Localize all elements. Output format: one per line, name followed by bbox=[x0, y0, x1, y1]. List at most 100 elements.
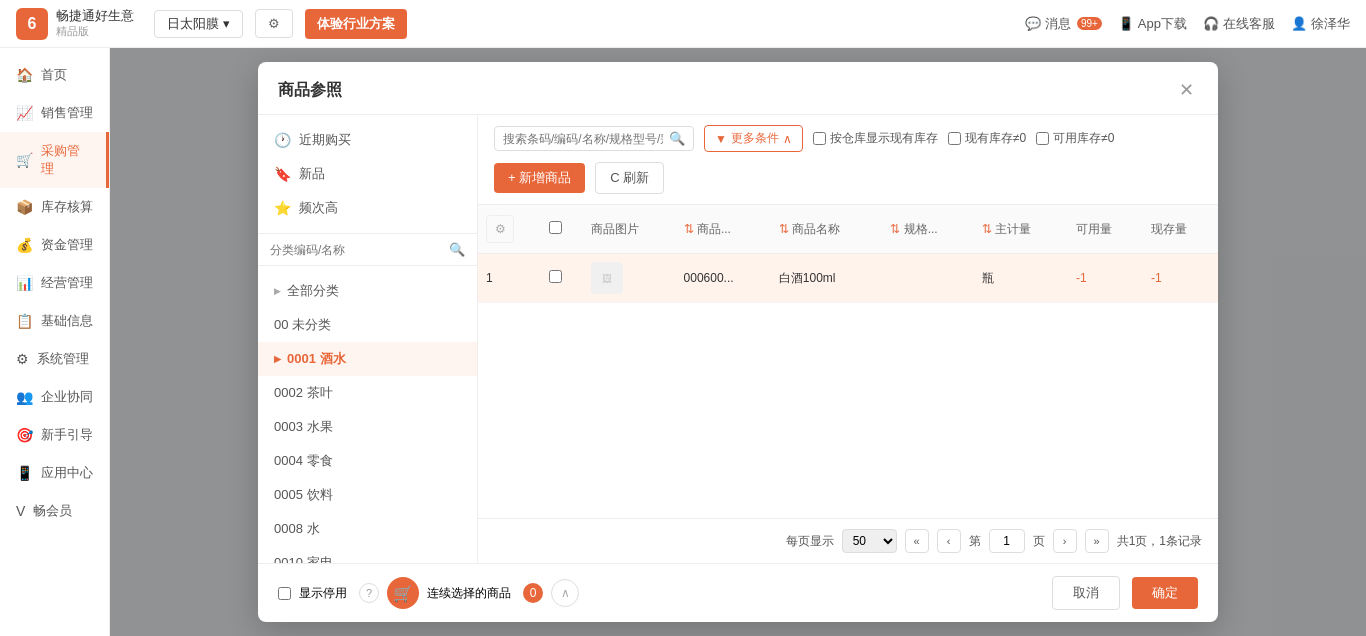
sidebar-item-enterprise[interactable]: 👥 企业协同 bbox=[0, 378, 109, 416]
logo-icon: 6 bbox=[16, 8, 48, 40]
cat-item-tea[interactable]: 0002 茶叶 bbox=[258, 376, 477, 410]
experience-button[interactable]: 体验行业方案 bbox=[305, 9, 407, 39]
nav-selector[interactable]: 日太阳膜 ▾ bbox=[154, 10, 243, 38]
collapse-footer-button[interactable]: ∧ bbox=[551, 579, 579, 607]
content-area: 商品参照 ✕ 🕐 近期购买 🔖 bbox=[110, 48, 1366, 636]
checkbox-available-nonzero-label: 可用库存≠0 bbox=[1053, 130, 1114, 147]
checkbox-warehouse-label: 按仓库显示现有库存 bbox=[830, 130, 938, 147]
category-search-input[interactable] bbox=[270, 243, 443, 257]
nav-item-frequent[interactable]: ⭐ 频次高 bbox=[258, 191, 477, 225]
show-disabled-input[interactable] bbox=[278, 587, 291, 600]
cat-item-snack[interactable]: 0004 零食 bbox=[258, 444, 477, 478]
select-all-checkbox[interactable] bbox=[549, 221, 562, 234]
sidebar-item-purchase[interactable]: 🛒 采购管理 bbox=[0, 132, 109, 188]
checkbox-stock-nonzero[interactable]: 现有库存≠0 bbox=[948, 130, 1026, 147]
sort-icon-unit: ⇅ bbox=[982, 222, 992, 236]
first-page-button[interactable]: « bbox=[905, 529, 929, 553]
col-unit[interactable]: ⇅ 主计量 bbox=[974, 205, 1068, 254]
show-disabled-checkbox[interactable]: 显示停用 bbox=[278, 585, 347, 602]
checkbox-warehouse-input[interactable] bbox=[813, 132, 826, 145]
category-search-icon[interactable]: 🔍 bbox=[449, 242, 465, 257]
row-name: 白酒100ml bbox=[771, 254, 883, 303]
help-icon[interactable]: ? bbox=[359, 583, 379, 603]
left-nav: 🕐 近期购买 🔖 新品 ⭐ 频次高 bbox=[258, 115, 477, 234]
sidebar-item-finance[interactable]: 💰 资金管理 bbox=[0, 226, 109, 264]
row-no: 1 bbox=[478, 254, 541, 303]
purchase-icon: 🛒 bbox=[16, 152, 33, 168]
category-list: 全部分类 00 未分类 0001 酒水 0002 茶叶 bbox=[258, 266, 477, 563]
cat-item-fruit[interactable]: 0003 水果 bbox=[258, 410, 477, 444]
sidebar-label-system: 系统管理 bbox=[37, 350, 89, 368]
sidebar-item-apps[interactable]: 📱 应用中心 bbox=[0, 454, 109, 492]
add-product-button[interactable]: + 新增商品 bbox=[494, 163, 585, 193]
cat-item-all[interactable]: 全部分类 bbox=[258, 274, 477, 308]
checkbox-available-nonzero[interactable]: 可用库存≠0 bbox=[1036, 130, 1114, 147]
total-info: 共1页，1条记录 bbox=[1117, 533, 1202, 550]
online-service-label: 在线客服 bbox=[1223, 15, 1275, 33]
modal: 商品参照 ✕ 🕐 近期购买 🔖 bbox=[258, 62, 1218, 622]
cat-label-snack: 0004 零食 bbox=[274, 452, 333, 470]
sidebar-item-member[interactable]: V 畅会员 bbox=[0, 492, 109, 530]
current-page-input[interactable] bbox=[989, 529, 1025, 553]
col-name[interactable]: ⇅ 商品名称 bbox=[771, 205, 883, 254]
cat-label-appliance: 0010 家电 bbox=[274, 554, 333, 563]
sidebar-item-home[interactable]: 🏠 首页 bbox=[0, 56, 109, 94]
gear-button[interactable]: ⚙ bbox=[255, 9, 293, 38]
row-checkbox[interactable] bbox=[549, 270, 562, 283]
selector-label: 日太阳膜 bbox=[167, 15, 219, 33]
nav-item-new[interactable]: 🔖 新品 bbox=[258, 157, 477, 191]
col-image: 商品图片 bbox=[583, 205, 675, 254]
cat-label-beverage: 0005 饮料 bbox=[274, 486, 333, 504]
chevron-down-icon: ▾ bbox=[223, 16, 230, 31]
sort-icon-code: ⇅ bbox=[684, 222, 694, 236]
sidebar-item-system[interactable]: ⚙ 系统管理 bbox=[0, 340, 109, 378]
table-settings-button[interactable]: ⚙ bbox=[486, 215, 514, 243]
sidebar-item-basic[interactable]: 📋 基础信息 bbox=[0, 302, 109, 340]
message-badge: 99+ bbox=[1077, 17, 1102, 30]
cat-item-liquor[interactable]: 0001 酒水 bbox=[258, 342, 477, 376]
col-code[interactable]: ⇅ 商品... bbox=[676, 205, 771, 254]
sidebar-label-operation: 经营管理 bbox=[41, 274, 93, 292]
product-search-input[interactable] bbox=[503, 132, 663, 146]
checkbox-available-nonzero-input[interactable] bbox=[1036, 132, 1049, 145]
modal-footer: 显示停用 ? 🛒 连续选择的商品 0 ∧ 取消 确定 bbox=[258, 563, 1218, 622]
toolbar: 🔍 ▼ 更多条件 ∧ 按仓库显示现有库存 bbox=[478, 115, 1218, 205]
finance-icon: 💰 bbox=[16, 237, 33, 253]
row-code: 000600... bbox=[676, 254, 771, 303]
sidebar-item-sales[interactable]: 📈 销售管理 bbox=[0, 94, 109, 132]
messages-item[interactable]: 💬 消息 99+ bbox=[1025, 15, 1102, 33]
cat-label-water: 0008 水 bbox=[274, 520, 320, 538]
cancel-button[interactable]: 取消 bbox=[1052, 576, 1120, 610]
next-page-button[interactable]: › bbox=[1053, 529, 1077, 553]
cat-item-appliance[interactable]: 0010 家电 bbox=[258, 546, 477, 563]
cart-icon-button[interactable]: 🛒 bbox=[387, 577, 419, 609]
sidebar-label-apps: 应用中心 bbox=[41, 464, 93, 482]
prev-page-button[interactable]: ‹ bbox=[937, 529, 961, 553]
cat-item-beverage[interactable]: 0005 饮料 bbox=[258, 478, 477, 512]
last-page-button[interactable]: » bbox=[1085, 529, 1109, 553]
checkbox-warehouse[interactable]: 按仓库显示现有库存 bbox=[813, 130, 938, 147]
cat-item-uncategorized[interactable]: 00 未分类 bbox=[258, 308, 477, 342]
sidebar-item-guide[interactable]: 🎯 新手引导 bbox=[0, 416, 109, 454]
col-spec[interactable]: ⇅ 规格... bbox=[882, 205, 973, 254]
messages-label: 消息 bbox=[1045, 15, 1071, 33]
system-icon: ⚙ bbox=[16, 351, 29, 367]
checkbox-stock-nonzero-label: 现有库存≠0 bbox=[965, 130, 1026, 147]
confirm-button[interactable]: 确定 bbox=[1132, 577, 1198, 609]
checkbox-stock-nonzero-input[interactable] bbox=[948, 132, 961, 145]
table-row[interactable]: 1 🖼 000600... 白酒100ml bbox=[478, 254, 1218, 303]
sidebar-item-inventory[interactable]: 📦 库存核算 bbox=[0, 188, 109, 226]
cat-item-water[interactable]: 0008 水 bbox=[258, 512, 477, 546]
nav-right: 💬 消息 99+ 📱 App下载 🎧 在线客服 👤 徐泽华 bbox=[1025, 15, 1350, 33]
per-page-select[interactable]: 50 100 200 bbox=[842, 529, 897, 553]
app-download-item[interactable]: 📱 App下载 bbox=[1118, 15, 1187, 33]
online-service-item[interactable]: 🎧 在线客服 bbox=[1203, 15, 1275, 33]
filter-label: 更多条件 bbox=[731, 130, 779, 147]
user-item[interactable]: 👤 徐泽华 bbox=[1291, 15, 1350, 33]
product-search-icon[interactable]: 🔍 bbox=[669, 131, 685, 146]
modal-close-button[interactable]: ✕ bbox=[1174, 78, 1198, 102]
refresh-button[interactable]: C 刷新 bbox=[595, 162, 664, 194]
nav-item-recent[interactable]: 🕐 近期购买 bbox=[258, 123, 477, 157]
filter-button[interactable]: ▼ 更多条件 ∧ bbox=[704, 125, 803, 152]
sidebar-item-operation[interactable]: 📊 经营管理 bbox=[0, 264, 109, 302]
